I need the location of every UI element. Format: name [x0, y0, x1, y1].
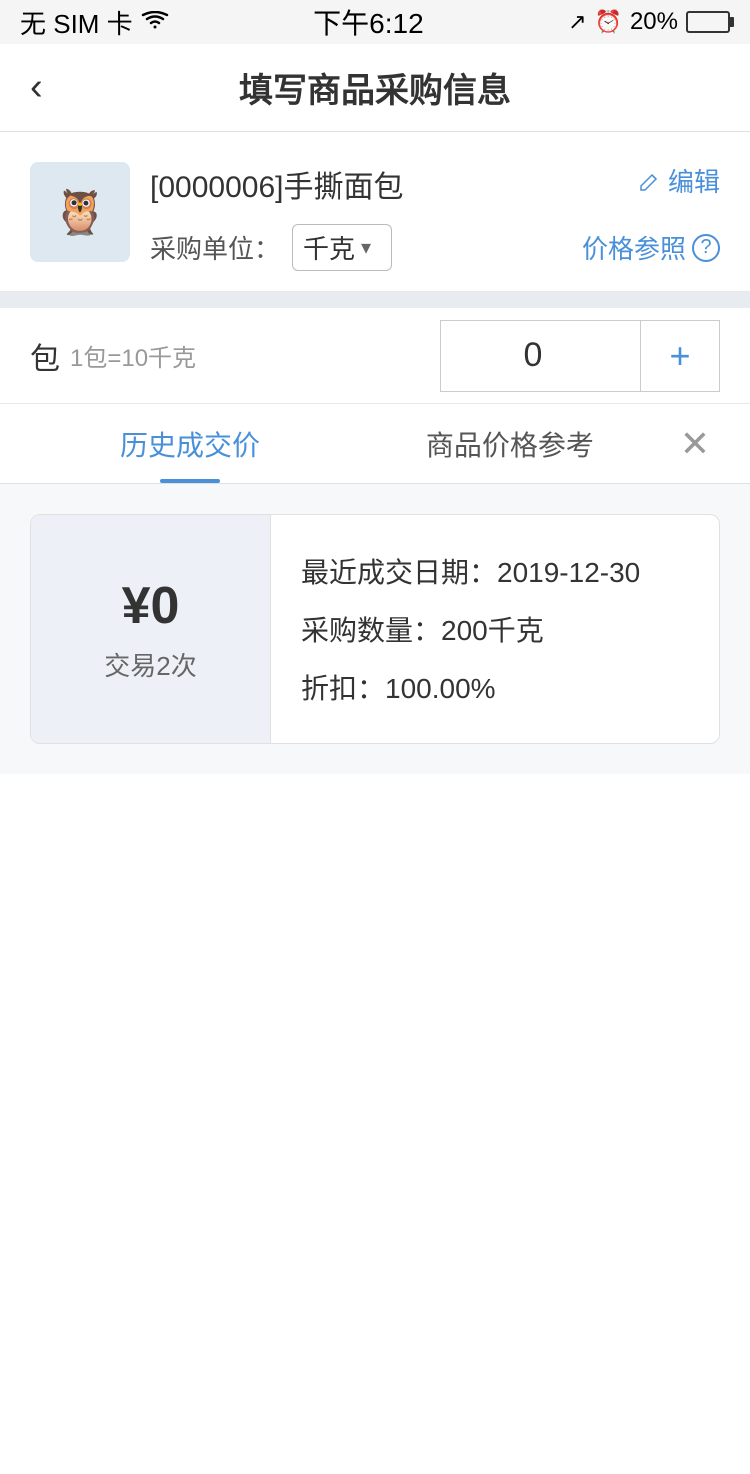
section-divider — [0, 292, 750, 308]
unit-row: 采购单位： 千克 ▾ — [150, 224, 392, 271]
deal-discount-label: 折扣： — [301, 673, 385, 704]
quantity-input[interactable] — [440, 320, 640, 392]
quantity-plus-button[interactable]: + — [640, 320, 720, 392]
status-left: 无 SIM 卡 — [20, 4, 169, 41]
wifi-icon — [141, 7, 169, 38]
deal-qty-label: 采购数量： — [301, 615, 441, 646]
unit-label-text: 采购单位： — [150, 229, 280, 266]
tab-panel: 历史成交价 商品价格参考 ✕ ¥0 交易2次 最近成交日期：2019-12-30… — [0, 404, 750, 774]
deal-date-label: 最近成交日期： — [301, 557, 497, 588]
status-right: ↗ ⏰ 20% — [568, 8, 730, 36]
product-info: [0000006]手撕面包 编辑 采购单位： 千克 ▾ 价格参照 ? — [150, 162, 720, 271]
product-meta: 采购单位： 千克 ▾ 价格参照 ? — [150, 224, 720, 271]
price-ref-label: 价格参照 — [582, 229, 686, 266]
tab-history-label: 历史成交价 — [120, 424, 260, 464]
carrier-text: 无 SIM 卡 — [20, 4, 133, 41]
help-icon: ? — [692, 234, 720, 262]
quantity-unit: 包 — [30, 334, 60, 378]
product-thumbnail: 🦉 — [30, 162, 130, 262]
unit-value: 千克 — [303, 229, 355, 266]
tab-close-button[interactable]: ✕ — [670, 423, 720, 465]
edit-button[interactable]: 编辑 — [638, 162, 720, 199]
tab-product-label: 商品价格参考 — [426, 424, 594, 464]
battery-icon — [686, 11, 730, 33]
product-name: [0000006]手撕面包 — [150, 162, 403, 206]
tab-history-price[interactable]: 历史成交价 — [30, 404, 350, 483]
product-image-icon: 🦉 — [53, 186, 108, 238]
quantity-row: 包 1包=10千克 + — [0, 308, 750, 404]
location-icon: ↗ — [568, 9, 586, 35]
deal-price-section: ¥0 交易2次 — [31, 515, 271, 743]
status-time: 下午6:12 — [313, 2, 424, 42]
deal-card: ¥0 交易2次 最近成交日期：2019-12-30 采购数量：200千克 折扣：… — [30, 514, 720, 744]
deal-details-section: 最近成交日期：2019-12-30 采购数量：200千克 折扣：100.00% — [271, 515, 719, 743]
deal-discount-value: 100.00% — [385, 673, 496, 704]
deal-qty-row: 采购数量：200千克 — [301, 609, 689, 649]
edit-label: 编辑 — [668, 162, 720, 199]
deal-date-value: 2019-12-30 — [497, 557, 640, 588]
product-header: [0000006]手撕面包 编辑 — [150, 162, 720, 206]
tab-active-indicator — [160, 479, 220, 483]
deal-date-row: 最近成交日期：2019-12-30 — [301, 551, 689, 591]
bottom-space — [0, 774, 750, 1474]
tab-product-price[interactable]: 商品价格参考 — [350, 404, 670, 483]
quantity-note: 1包=10千克 — [70, 338, 196, 373]
status-bar: 无 SIM 卡 下午6:12 ↗ ⏰ 20% — [0, 0, 750, 44]
quantity-controls: + — [440, 320, 720, 392]
unit-dropdown-icon: ▾ — [361, 235, 371, 260]
nav-bar: ‹ 填写商品采购信息 — [0, 44, 750, 132]
deal-discount-row: 折扣：100.00% — [301, 667, 689, 707]
price-reference-button[interactable]: 价格参照 ? — [582, 229, 720, 266]
unit-select[interactable]: 千克 ▾ — [292, 224, 392, 271]
alarm-icon: ⏰ — [595, 9, 622, 35]
back-button[interactable]: ‹ — [30, 66, 43, 109]
page-title: 填写商品采购信息 — [239, 63, 511, 112]
product-card: 🦉 [0000006]手撕面包 编辑 采购单位： 千克 ▾ 价格参照 — [0, 132, 750, 292]
deal-qty-value: 200千克 — [441, 615, 544, 646]
deal-price: ¥0 — [122, 576, 180, 636]
battery-percent: 20% — [630, 8, 678, 36]
tab-header: 历史成交价 商品价格参考 ✕ — [0, 404, 750, 484]
history-content: ¥0 交易2次 最近成交日期：2019-12-30 采购数量：200千克 折扣：… — [0, 484, 750, 774]
deal-count: 交易2次 — [104, 646, 196, 683]
